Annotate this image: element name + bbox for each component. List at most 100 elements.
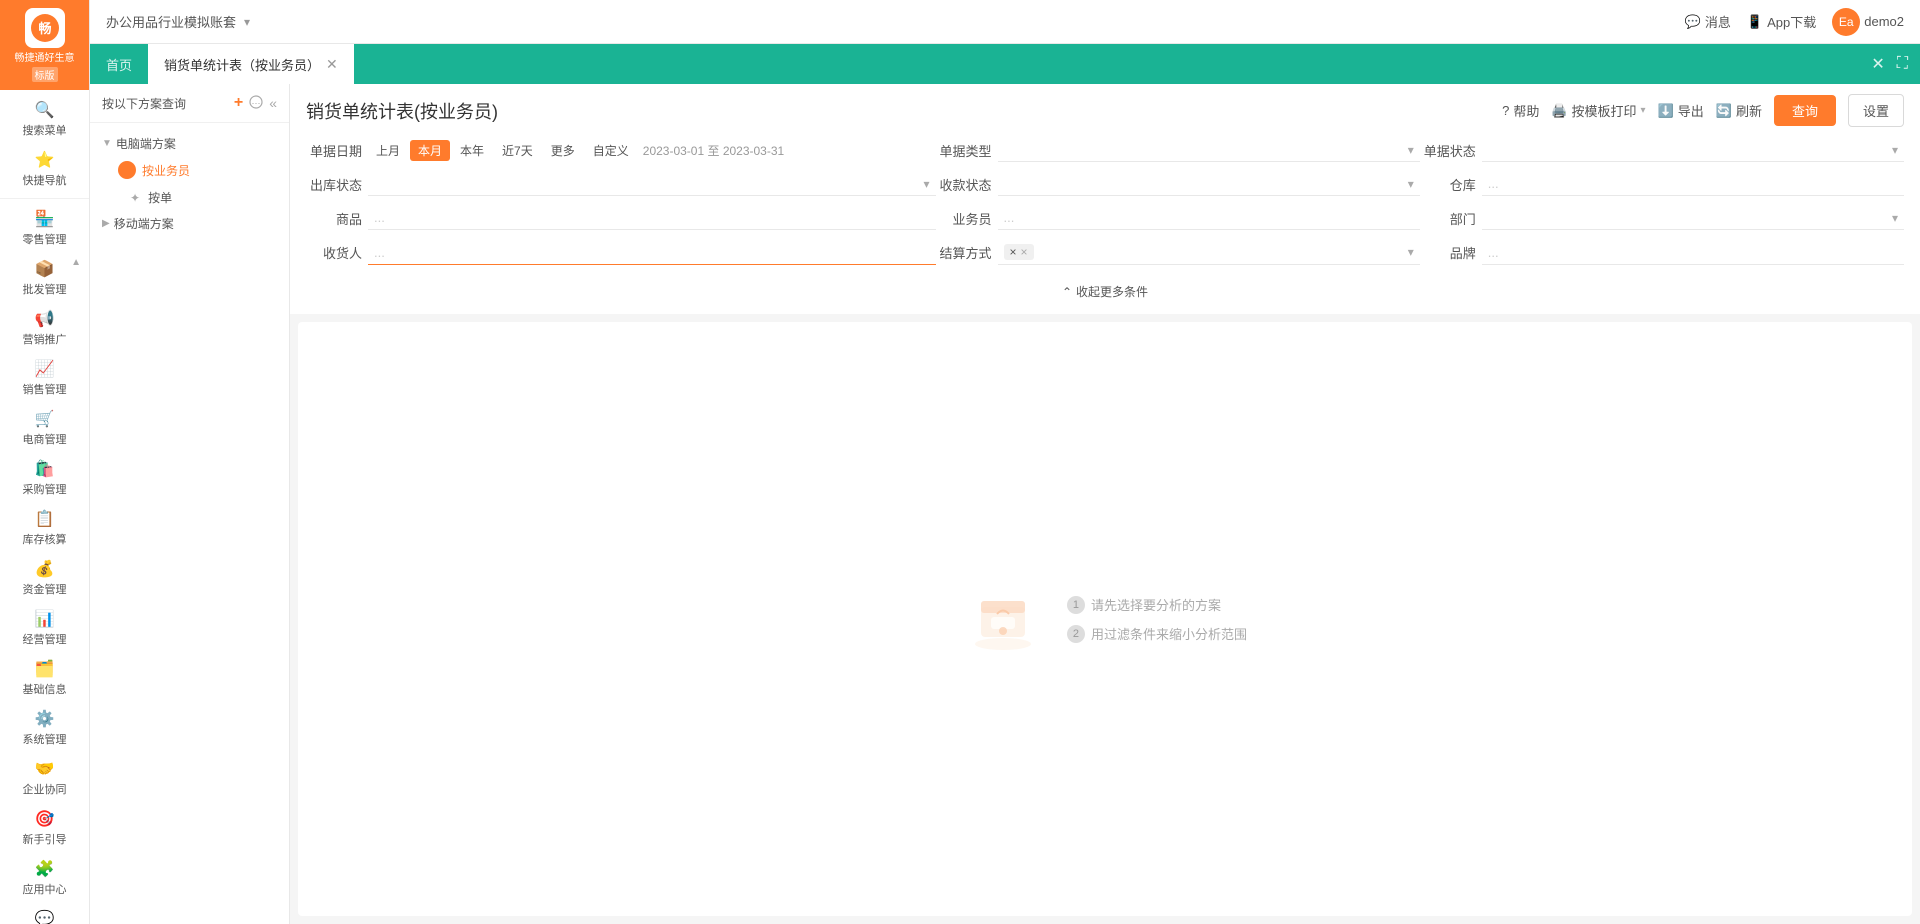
tab-close-window-icon[interactable]: ✕ (1867, 52, 1888, 76)
sidebar-label-wholesale: 批发管理 (23, 281, 67, 297)
desktop-scheme-header[interactable]: ▼ 电脑端方案 (90, 131, 289, 156)
sidebar-logo[interactable]: 畅 畅捷通好生意 标版 (0, 0, 89, 90)
settle-select[interactable]: × × ▾ (998, 240, 1420, 265)
receiver-input[interactable]: ... (368, 241, 936, 265)
empty-tip-2: 2 用过滤条件来缩小分析范围 (1067, 624, 1247, 643)
left-panel: 按以下方案查询 + ⋯ « ▼ 电脑 (90, 84, 290, 924)
template-print-link[interactable]: 🖨️ 按模板打印 ▾ (1551, 101, 1645, 120)
date-btn-7days[interactable]: 近7天 (494, 140, 541, 161)
tab-home[interactable]: 首页 (90, 44, 148, 84)
refresh-icon: 🔄 (1716, 103, 1732, 119)
query-button[interactable]: 查询 (1774, 95, 1836, 126)
add-scheme-icon[interactable]: + (234, 94, 243, 112)
topbar-user[interactable]: Ea demo2 (1832, 8, 1904, 36)
sales-icon: 📈 (35, 359, 55, 379)
doctype-label: 单据类型 (936, 141, 992, 160)
docstatus-select[interactable]: ▾ (1482, 139, 1904, 162)
staff-input[interactable]: ... (998, 206, 1420, 230)
edit-scheme-icon[interactable]: ⋯ (249, 95, 263, 112)
filter-section: 销货单统计表(按业务员) ? 帮助 🖨️ 按模板打印 ▾ ⬇️ (290, 84, 1920, 314)
sidebar-item-inventory[interactable]: 📋 库存核算 (0, 503, 89, 553)
finance-icon: 💰 (35, 559, 55, 579)
tabbar: 首页 销货单统计表（按业务员） ✕ ✕ ⛶ (90, 44, 1920, 84)
newbie-icon: 🎯 (35, 809, 55, 829)
dept-select[interactable]: ▾ (1482, 207, 1904, 230)
tip-num-2: 2 (1067, 625, 1085, 643)
download-icon: 📱 (1747, 14, 1763, 30)
export-link[interactable]: ⬇️ 导出 (1658, 101, 1704, 120)
sidebar-item-quick-nav[interactable]: ⭐ 快捷导航 (0, 144, 89, 194)
topbar-app-download[interactable]: 📱 App下载 (1747, 12, 1816, 31)
sidebar-item-ops[interactable]: 📊 经营管理 (0, 603, 89, 653)
date-btn-this-month[interactable]: 本月 (410, 140, 450, 161)
goods-placeholder: ... (374, 210, 385, 225)
main-area: 办公用品行业模拟账套 ▾ 💬 消息 📱 App下载 Ea demo2 首页 销货… (90, 0, 1920, 924)
docstatus-label: 单据状态 (1420, 141, 1476, 160)
sidebar-item-app-center[interactable]: 🧩 应用中心 (0, 853, 89, 903)
tab-close-icon[interactable]: ✕ (326, 56, 338, 73)
scheme-item-by-order[interactable]: ✦ 按单 (90, 184, 289, 211)
sidebar-item-ecommerce[interactable]: 🛒 电商管理 (0, 403, 89, 453)
sidebar-item-retail[interactable]: 🏪 零售管理 (0, 203, 89, 253)
sidebar-item-corp[interactable]: 🤝 企业协同 (0, 753, 89, 803)
sidebar-item-basic[interactable]: 🗂️ 基础信息 (0, 653, 89, 703)
settle-tag-close[interactable]: × (1021, 245, 1028, 259)
filter-outstatus-col: 出库状态 ▾ (306, 173, 936, 196)
sidebar-label-search: 搜索菜单 (23, 122, 67, 138)
sidebar-label-sys: 系统管理 (23, 731, 67, 747)
staff-label: 业务员 (936, 209, 992, 228)
sidebar-item-search[interactable]: 🔍 搜索菜单 (0, 94, 89, 144)
sidebar-item-corp-wechat[interactable]: 💬 企业微信 (0, 903, 89, 924)
date-btn-last-month[interactable]: 上月 (368, 140, 408, 161)
collectstatus-select[interactable]: ▾ (998, 173, 1420, 196)
app-download-label: App下载 (1767, 12, 1816, 31)
scheme-item-by-staff[interactable]: 按业务员 (90, 156, 289, 184)
filter-settle-col: 结算方式 × × ▾ (936, 240, 1420, 265)
outstatus-select[interactable]: ▾ (368, 173, 936, 196)
collapse-row: ⌃ 收起更多条件 (306, 275, 1904, 304)
tab-maximize-icon[interactable]: ⛶ (1893, 53, 1912, 75)
date-btn-more[interactable]: 更多 (543, 140, 583, 161)
sidebar-item-purchase[interactable]: 🛍️ 采购管理 (0, 453, 89, 503)
doctype-select[interactable]: ▾ (998, 139, 1420, 162)
sidebar-item-wholesale[interactable]: 📦 批发管理 ▲ (0, 253, 89, 303)
date-label: 单据日期 (306, 141, 362, 160)
sidebar-item-finance[interactable]: 💰 资金管理 (0, 553, 89, 603)
empty-tips: 1 请先选择要分析的方案 2 用过滤条件来缩小分析范围 (1067, 595, 1247, 643)
sidebar-item-sales[interactable]: 📈 销售管理 (0, 353, 89, 403)
sidebar-section-main: 🏪 零售管理 📦 批发管理 ▲ 📢 营销推广 📈 销售管理 🛒 电商管理 🛍️ … (0, 199, 89, 924)
sidebar-item-marketing[interactable]: 📢 营销推广 (0, 303, 89, 353)
settle-tag-icon: × (1010, 245, 1017, 259)
date-btn-this-year[interactable]: 本年 (452, 140, 492, 161)
mobile-expand-icon: ▶ (102, 218, 110, 229)
sidebar: 畅 畅捷通好生意 标版 🔍 搜索菜单 ⭐ 快捷导航 🏪 零售管理 📦 批发管理 … (0, 0, 90, 924)
mobile-scheme-header[interactable]: ▶ 移动端方案 (90, 211, 289, 236)
filter-date-col: 单据日期 上月 本月 本年 近7天 更多 自定义 2023-03-01 至 20… (306, 140, 936, 161)
sidebar-label-ops: 经营管理 (23, 631, 67, 647)
receiver-label: 收货人 (306, 243, 362, 262)
user-avatar: Ea (1832, 8, 1860, 36)
sidebar-item-newbie[interactable]: 🎯 新手引导 (0, 803, 89, 853)
tab-sales-stat[interactable]: 销货单统计表（按业务员） ✕ (148, 44, 354, 84)
topbar-message[interactable]: 💬 消息 (1685, 12, 1731, 31)
topbar-left: 办公用品行业模拟账套 ▾ (106, 12, 250, 31)
help-link[interactable]: ? 帮助 (1502, 101, 1539, 120)
sidebar-label-app-center: 应用中心 (23, 881, 67, 897)
print-icon: 🖨️ (1551, 103, 1567, 119)
refresh-link[interactable]: 🔄 刷新 (1716, 101, 1762, 120)
brand-input[interactable]: ... (1482, 241, 1904, 265)
filter-dept-col: 部门 ▾ (1420, 207, 1904, 230)
sidebar-section-top: 🔍 搜索菜单 ⭐ 快捷导航 (0, 90, 89, 199)
collapse-button[interactable]: ⌃ 收起更多条件 (1062, 283, 1148, 300)
sidebar-item-sys[interactable]: ⚙️ 系统管理 (0, 703, 89, 753)
corp-icon: 🤝 (35, 759, 55, 779)
sidebar-label-purchase: 采购管理 (23, 481, 67, 497)
warehouse-input[interactable]: ... (1482, 172, 1904, 196)
settings-button[interactable]: 设置 (1848, 94, 1904, 127)
workspace-dropdown[interactable]: ▾ (244, 15, 250, 29)
message-label: 消息 (1705, 12, 1731, 31)
collapse-panel-icon[interactable]: « (269, 95, 277, 111)
date-btn-custom[interactable]: 自定义 (585, 140, 637, 161)
tab-sales-stat-label: 销货单统计表（按业务员） (164, 55, 320, 74)
goods-input[interactable]: ... (368, 206, 936, 230)
